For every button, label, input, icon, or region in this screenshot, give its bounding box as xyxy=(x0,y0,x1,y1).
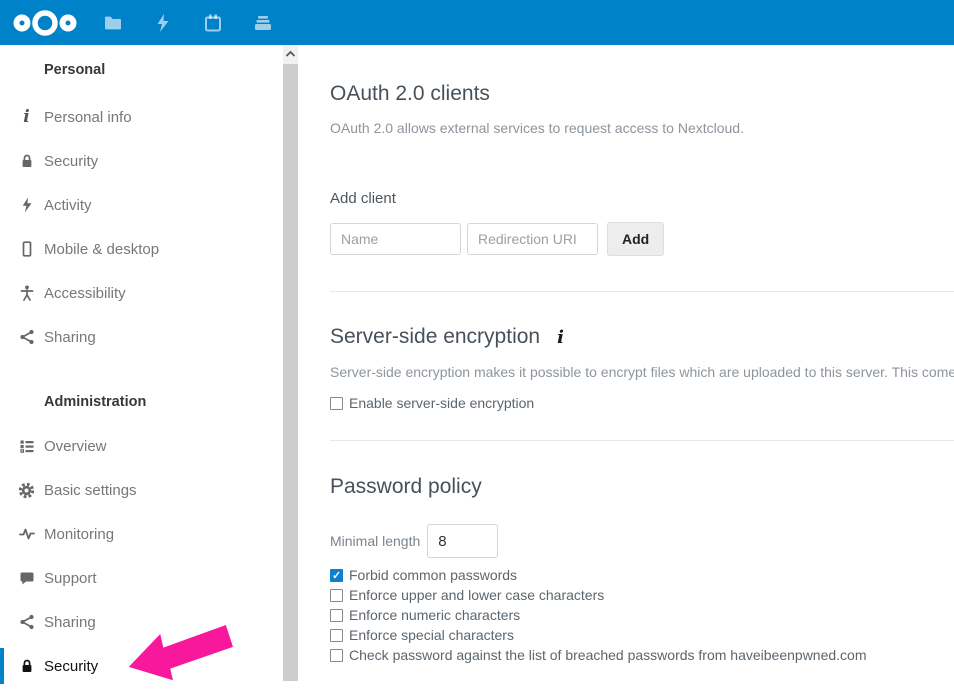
checkbox xyxy=(330,629,343,642)
activity-app-button[interactable] xyxy=(138,0,188,45)
add-client-row: Add xyxy=(330,222,954,256)
checkbox-label: Enable server-side encryption xyxy=(349,395,534,411)
checkbox-label: Enforce numeric characters xyxy=(349,607,520,623)
add-client-label: Add client xyxy=(330,190,954,207)
checkbox-enforce-numeric[interactable]: Enforce numeric characters xyxy=(330,605,954,625)
minimal-length-label: Minimal length xyxy=(330,533,420,549)
sidebar-item-label: Basic settings xyxy=(44,482,137,499)
password-policy-section: Password policy Minimal length Forbid co… xyxy=(330,441,954,665)
oauth-section: OAuth 2.0 clients OAuth 2.0 allows exter… xyxy=(330,45,954,292)
sidebar-caption-administration: Administration xyxy=(0,380,300,424)
sidebar-item-sharing-personal[interactable]: Sharing xyxy=(0,315,300,359)
checkbox xyxy=(330,569,343,582)
password-policy-checkbox-list: Forbid common passwords Enforce upper an… xyxy=(330,565,954,665)
scrollbar-up-button[interactable] xyxy=(283,45,298,62)
calendar-app-button[interactable] xyxy=(188,0,238,45)
checkbox-label: Check password against the list of breac… xyxy=(349,647,867,663)
checkbox xyxy=(330,397,343,410)
deck-app-button[interactable] xyxy=(238,0,288,45)
pulse-icon xyxy=(18,526,35,543)
checkbox-label: Enforce upper and lower case characters xyxy=(349,587,604,603)
minimal-length-row: Minimal length xyxy=(330,524,954,558)
encryption-description: Server-side encryption makes it possible… xyxy=(330,362,954,384)
accessibility-icon xyxy=(18,285,35,302)
lock-icon xyxy=(18,153,35,170)
client-name-input[interactable] xyxy=(330,223,461,255)
sidebar-item-security-personal[interactable]: Security xyxy=(0,139,300,183)
info-icon: i xyxy=(18,109,35,126)
checkbox-enforce-special[interactable]: Enforce special characters xyxy=(330,625,954,645)
lock-icon xyxy=(18,658,35,675)
checkbox-check-haveibeenpwned[interactable]: Check password against the list of breac… xyxy=(330,645,954,665)
sidebar-item-label: Accessibility xyxy=(44,285,126,302)
files-app-button[interactable] xyxy=(88,0,138,45)
chat-icon xyxy=(18,570,35,587)
add-client-button[interactable]: Add xyxy=(607,222,664,256)
sidebar-caption-personal: Personal xyxy=(0,45,300,95)
sidebar-item-label: Mobile & desktop xyxy=(44,241,159,258)
sidebar-item-mobile-desktop[interactable]: Mobile & desktop xyxy=(0,227,300,271)
sidebar-item-personal-info[interactable]: i Personal info xyxy=(0,95,300,139)
minimal-length-input[interactable] xyxy=(427,524,498,558)
settings-sidebar: Personal i Personal info Security Activi… xyxy=(0,45,300,681)
share-icon xyxy=(18,329,35,346)
calendar-icon xyxy=(203,13,223,33)
sidebar-item-support[interactable]: Support xyxy=(0,556,300,600)
lightning-icon xyxy=(18,197,35,214)
app-navigation xyxy=(88,0,288,45)
sidebar-item-label: Overview xyxy=(44,438,107,455)
checkbox-forbid-common-passwords[interactable]: Forbid common passwords xyxy=(330,565,954,585)
lightning-icon xyxy=(153,13,173,33)
enable-encryption-checkbox[interactable]: Enable server-side encryption xyxy=(330,395,954,411)
checkbox-enforce-upper-lower[interactable]: Enforce upper and lower case characters xyxy=(330,585,954,605)
sidebar-item-accessibility[interactable]: Accessibility xyxy=(0,271,300,315)
checkbox xyxy=(330,649,343,662)
sidebar-item-security-admin[interactable]: Security xyxy=(0,644,300,688)
settings-content: OAuth 2.0 clients OAuth 2.0 allows exter… xyxy=(300,45,954,665)
encryption-title: Server-side encryption i xyxy=(330,325,954,350)
encryption-section: Server-side encryption i Server-side encr… xyxy=(330,292,954,442)
gear-icon xyxy=(18,482,35,499)
deck-icon xyxy=(253,13,273,33)
checkbox-label: Enforce special characters xyxy=(349,627,514,643)
nextcloud-logo[interactable] xyxy=(12,6,78,40)
checkbox xyxy=(330,589,343,602)
list-icon xyxy=(18,438,35,455)
sidebar-item-overview[interactable]: Overview xyxy=(0,424,300,468)
oauth-description: OAuth 2.0 allows external services to re… xyxy=(330,118,954,140)
sidebar-item-monitoring[interactable]: Monitoring xyxy=(0,512,300,556)
sidebar-item-label: Sharing xyxy=(44,614,96,631)
encryption-title-text: Server-side encryption xyxy=(330,325,540,348)
folder-icon xyxy=(103,13,123,33)
sidebar-item-label: Personal info xyxy=(44,109,132,126)
sidebar-item-label: Security xyxy=(44,153,98,170)
checkbox-label: Forbid common passwords xyxy=(349,567,517,583)
sidebar-item-sharing-admin[interactable]: Sharing xyxy=(0,600,300,644)
password-policy-title: Password policy xyxy=(330,475,954,499)
oauth-title: OAuth 2.0 clients xyxy=(330,82,954,106)
phone-icon xyxy=(18,241,35,258)
sidebar-item-basic-settings[interactable]: Basic settings xyxy=(0,468,300,512)
sidebar-item-activity[interactable]: Activity xyxy=(0,183,300,227)
chevron-up-icon xyxy=(285,50,296,58)
sidebar-item-label: Sharing xyxy=(44,329,96,346)
share-icon xyxy=(18,614,35,631)
sidebar-scrollbar[interactable] xyxy=(283,45,298,681)
sidebar-item-label: Support xyxy=(44,570,97,587)
sidebar-item-label: Security xyxy=(44,658,98,675)
redirection-uri-input[interactable] xyxy=(467,223,598,255)
sidebar-item-label: Activity xyxy=(44,197,92,214)
scrollbar-thumb[interactable] xyxy=(283,64,298,681)
checkbox xyxy=(330,609,343,622)
info-icon[interactable]: i xyxy=(557,327,564,348)
sidebar-item-label: Monitoring xyxy=(44,526,114,543)
top-bar xyxy=(0,0,954,45)
